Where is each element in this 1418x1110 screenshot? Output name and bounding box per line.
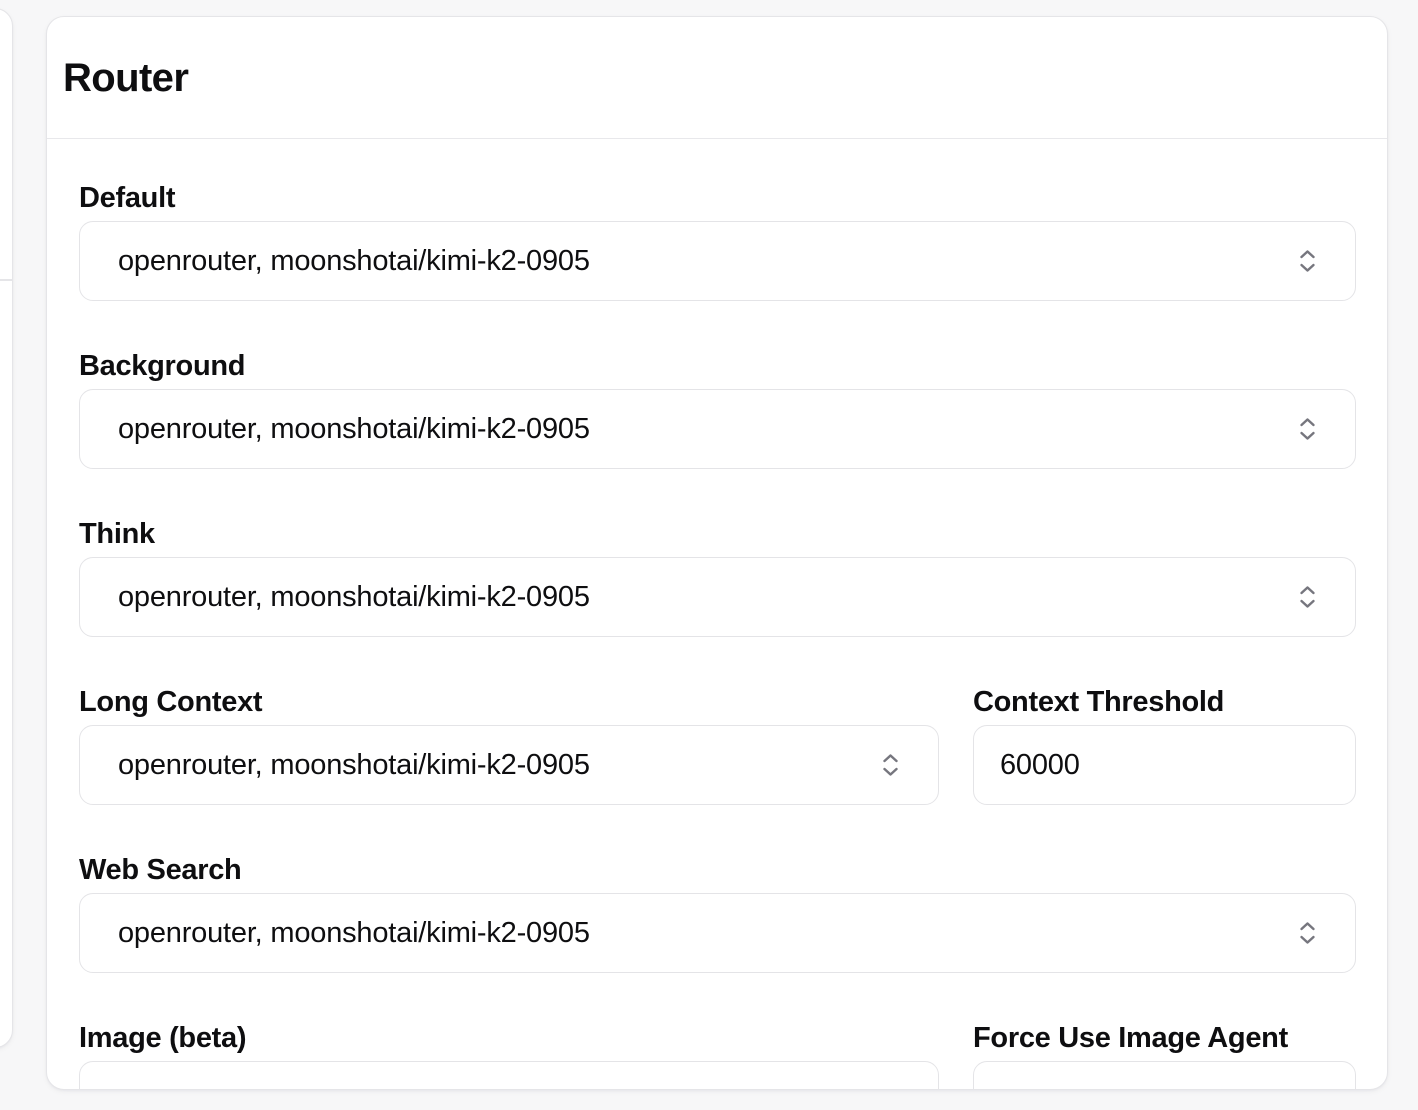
chevrons-up-down-icon [1300,922,1315,944]
field-long-context-row: Long Context openrouter, moonshotai/kimi… [79,686,1356,805]
long-context-router-select-value: openrouter, moonshotai/kimi-k2-0905 [118,748,590,781]
adjacent-card-divider [0,279,12,281]
think-router-select[interactable]: openrouter, moonshotai/kimi-k2-0905 [79,557,1356,637]
think-router-select-value: openrouter, moonshotai/kimi-k2-0905 [118,580,590,613]
force-use-image-agent-label: Force Use Image Agent [973,1022,1288,1054]
adjacent-card-edge [0,8,13,1048]
force-use-image-agent-input[interactable] [973,1061,1356,1089]
long-context-router-select[interactable]: openrouter, moonshotai/kimi-k2-0905 [79,725,939,805]
context-threshold-label: Context Threshold [973,686,1225,718]
web-search-label: Web Search [79,854,242,886]
context-threshold-input[interactable] [973,725,1356,805]
image-router-select[interactable] [79,1061,939,1090]
long-context-column: Long Context openrouter, moonshotai/kimi… [79,686,939,805]
router-card-content: Default openrouter, moonshotai/kimi-k2-0… [47,139,1387,1090]
default-router-select-value: openrouter, moonshotai/kimi-k2-0905 [118,244,590,277]
image-column: Image (beta) [79,1022,939,1090]
chevrons-up-down-icon [1300,418,1315,440]
context-threshold-column: Context Threshold [973,686,1356,805]
default-router-select[interactable]: openrouter, moonshotai/kimi-k2-0905 [79,221,1356,301]
force-use-image-agent-column: Force Use Image Agent [973,1022,1356,1089]
field-default: Default openrouter, moonshotai/kimi-k2-0… [79,182,1356,301]
think-label: Think [79,518,155,550]
field-background: Background openrouter, moonshotai/kimi-k… [79,350,1356,469]
background-router-select-value: openrouter, moonshotai/kimi-k2-0905 [118,412,590,445]
chevrons-up-down-icon [881,1088,900,1090]
web-search-router-select-value: openrouter, moonshotai/kimi-k2-0905 [118,916,590,949]
chevrons-up-down-icon [1300,250,1315,272]
chevrons-up-down-icon [883,754,898,776]
image-label: Image (beta) [79,1022,247,1054]
background-label: Background [79,350,246,382]
field-image-row: Image (beta) Force Use Image Agent [79,1022,1356,1090]
router-card: Router Default openrouter, moonshotai/ki… [46,16,1388,1090]
default-label: Default [79,182,176,214]
field-web-search: Web Search openrouter, moonshotai/kimi-k… [79,854,1356,973]
background-router-select[interactable]: openrouter, moonshotai/kimi-k2-0905 [79,389,1356,469]
long-context-label: Long Context [79,686,263,718]
router-card-title: Router [63,55,189,100]
web-search-router-select[interactable]: openrouter, moonshotai/kimi-k2-0905 [79,893,1356,973]
field-think: Think openrouter, moonshotai/kimi-k2-090… [79,518,1356,637]
router-card-header: Router [47,17,1387,139]
chevrons-up-down-icon [1300,586,1315,608]
